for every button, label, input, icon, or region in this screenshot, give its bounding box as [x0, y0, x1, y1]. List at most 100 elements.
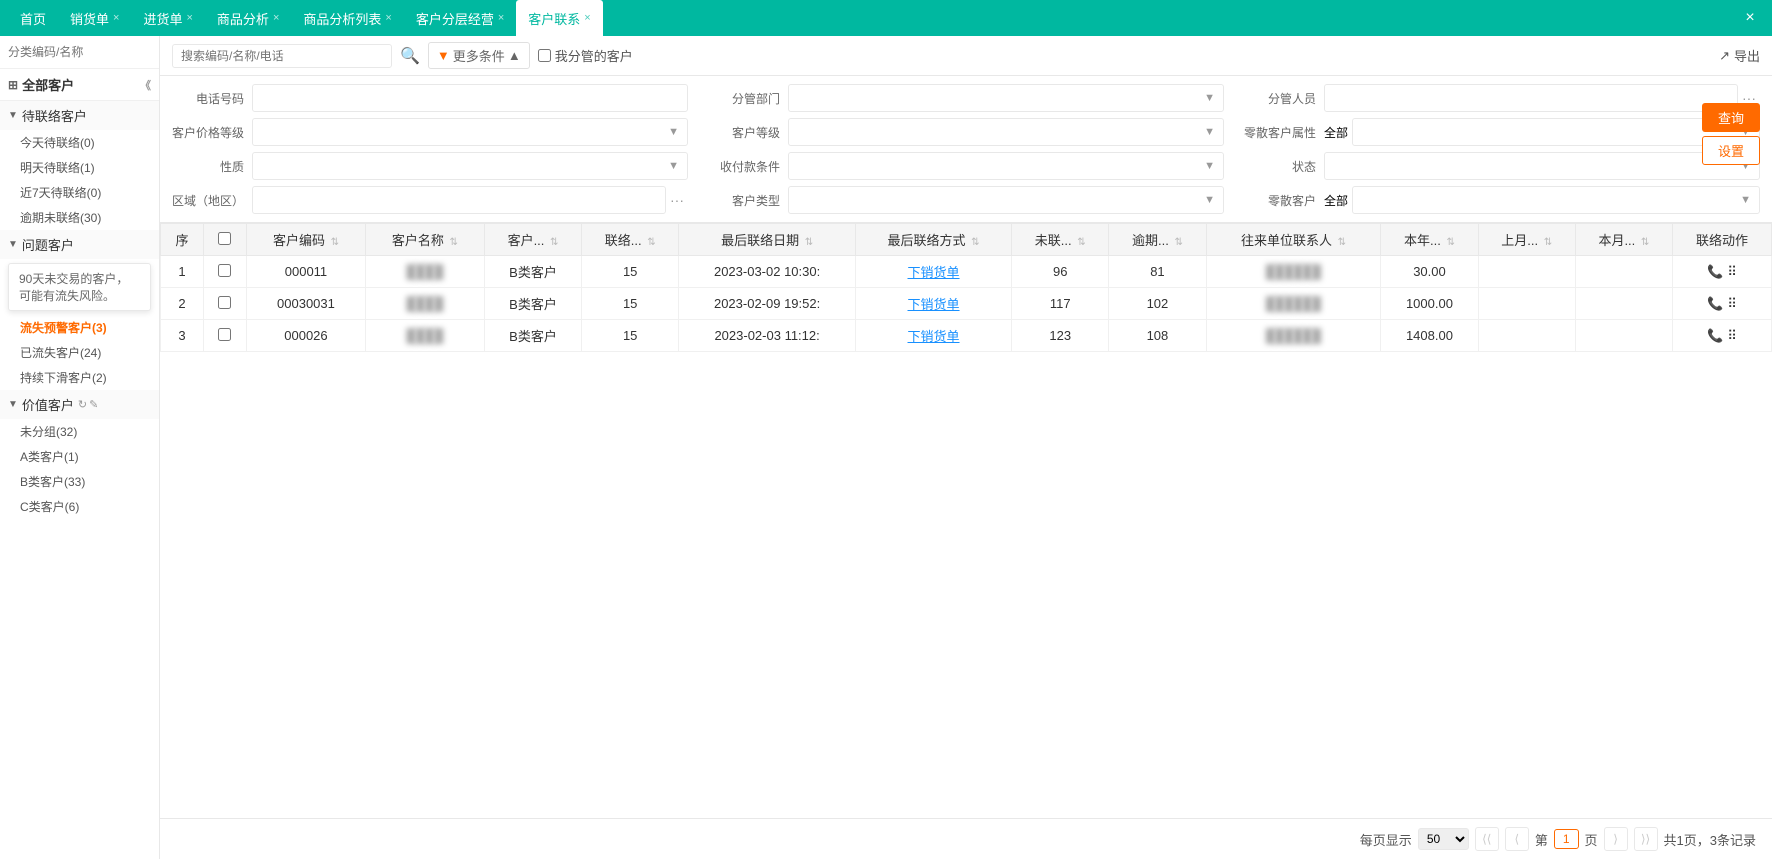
th-checkbox[interactable] [204, 224, 247, 256]
nav-home[interactable]: 首页 [8, 0, 58, 36]
sidebar-group-problem[interactable]: ▼ 问题客户 [0, 230, 159, 259]
cell-last-method[interactable]: 下销货单 [855, 288, 1011, 320]
filter-search-icon[interactable]: 🔍 [400, 46, 420, 66]
sidebar-item-ungroup[interactable]: 未分组(32) [0, 419, 159, 444]
th-contact-person[interactable]: 往来单位联系人 ⇅ [1206, 224, 1381, 256]
sidebar-item-declining[interactable]: 持续下滑客户(2) [0, 365, 159, 390]
nav-close-2[interactable]: × [273, 12, 279, 24]
th-this-year[interactable]: 本年... ⇅ [1381, 224, 1478, 256]
last-page-btn[interactable]: ⟩⟩ [1634, 827, 1658, 851]
filter-cell-custtype: 客户类型 ▼ [708, 186, 1224, 214]
nav-tab-3[interactable]: 商品分析列表 × [291, 0, 403, 36]
page-size-select[interactable]: 50 100 200 [1418, 828, 1469, 850]
export-btn[interactable]: ↗ 导出 [1719, 46, 1760, 65]
th-name[interactable]: 客户名称 ⇅ [365, 224, 484, 256]
filter-phone-input[interactable] [252, 84, 688, 112]
th-contact[interactable]: 联络... ⇅ [582, 224, 679, 256]
refresh-icon[interactable]: ↻ [78, 398, 87, 411]
filter-area-dots[interactable]: ··· [666, 192, 688, 208]
filter-level-select[interactable]: ▼ [788, 118, 1224, 146]
sidebar-item-today[interactable]: 今天待联络(0) [0, 130, 159, 155]
all-customers-header[interactable]: ⊞ 全部客户 《 [0, 69, 159, 101]
filter-nature-select[interactable]: ▼ [252, 152, 688, 180]
cell-last-method[interactable]: 下销货单 [855, 256, 1011, 288]
my-customers-checkbox[interactable]: 我分管的客户 [538, 46, 633, 65]
th-no-contact[interactable]: 未联... ⇅ [1012, 224, 1109, 256]
th-type[interactable]: 客户... ⇅ [484, 224, 581, 256]
sidebar-item-churned[interactable]: 已流失客户(24) [0, 340, 159, 365]
sidebar-item-churn-warning[interactable]: 流失预警客户(3) [0, 315, 159, 340]
nav-tab-1[interactable]: 进货单 × [131, 0, 204, 36]
select-all-checkbox[interactable] [218, 232, 231, 245]
sidebar-item-class-c[interactable]: C类客户(6) [0, 494, 159, 519]
filter-payment-select[interactable]: ▼ [788, 152, 1224, 180]
sort-person-icon: ⇅ [1338, 237, 1346, 248]
filter-custtype-select[interactable]: ▼ [788, 186, 1224, 214]
last-method-link[interactable]: 下销货单 [908, 297, 960, 312]
sidebar-item-class-a[interactable]: A类客户(1) [0, 444, 159, 469]
sidebar-item-class-b[interactable]: B类客户(33) [0, 469, 159, 494]
nav-close-0[interactable]: × [113, 12, 119, 24]
query-button[interactable]: 查询 [1702, 103, 1760, 132]
action-more-icon[interactable]: ⠿ [1727, 328, 1737, 343]
filter-search-input[interactable] [172, 44, 392, 68]
action-more-icon[interactable]: ⠿ [1727, 296, 1737, 311]
nav-close-5[interactable]: × [584, 12, 590, 24]
first-page-btn[interactable]: ⟨⟨ [1475, 827, 1499, 851]
cell-checkbox[interactable] [204, 288, 247, 320]
filter-person-select[interactable] [1324, 84, 1738, 112]
cell-action[interactable]: 📞⠿ [1672, 256, 1771, 288]
next-page-btn[interactable]: ⟩ [1604, 827, 1628, 851]
filter-phone-label: 电话号码 [172, 90, 252, 107]
sidebar-search-input[interactable] [8, 45, 160, 59]
filter-pricelevel-select[interactable]: ▼ [252, 118, 688, 146]
filter-dept-select[interactable]: ▼ [788, 84, 1224, 112]
my-customers-check[interactable] [538, 49, 551, 62]
th-code[interactable]: 客户编码 ⇅ [246, 224, 365, 256]
filter-status-select[interactable]: ▼ [1324, 152, 1760, 180]
sidebar-item-tomorrow[interactable]: 明天待联络(1) [0, 155, 159, 180]
nav-tab-0[interactable]: 销货单 × [58, 0, 131, 36]
sidebar-group-pending[interactable]: ▼ 待联络客户 [0, 101, 159, 130]
th-this-month[interactable]: 本月... ⇅ [1575, 224, 1672, 256]
prev-page-btn[interactable]: ⟨ [1505, 827, 1529, 851]
th-last-date[interactable]: 最后联络日期 ⇅ [679, 224, 856, 256]
sidebar-group-value[interactable]: ▼ 价值客户 ↻ ✎ [0, 390, 159, 419]
sidebar-item-overdue[interactable]: 逾期未联络(30) [0, 205, 159, 230]
th-last-month[interactable]: 上月... ⇅ [1478, 224, 1575, 256]
cell-action[interactable]: 📞⠿ [1672, 288, 1771, 320]
filter-zerocust-label: 零散客户 [1244, 192, 1324, 209]
row-checkbox[interactable] [218, 264, 231, 277]
filter-more-btn[interactable]: ▼ 更多条件 ▲ [428, 42, 530, 69]
row-checkbox[interactable] [218, 328, 231, 341]
last-method-link[interactable]: 下销货单 [908, 329, 960, 344]
action-more-icon[interactable]: ⠿ [1727, 264, 1737, 279]
th-last-method[interactable]: 最后联络方式 ⇅ [855, 224, 1011, 256]
cell-last-method[interactable]: 下销货单 [855, 320, 1011, 352]
last-method-link[interactable]: 下销货单 [908, 265, 960, 280]
cell-checkbox[interactable] [204, 256, 247, 288]
nav-tab-4[interactable]: 客户分层经营 × [404, 0, 516, 36]
nav-close-all[interactable]: × [1736, 4, 1764, 32]
nav-close-1[interactable]: × [186, 12, 192, 24]
filter-zerocust-select[interactable]: ▼ [1352, 186, 1760, 214]
filter-zeroattr-select[interactable]: ▼ [1352, 118, 1760, 146]
content-area: 🔍 ▼ 更多条件 ▲ 我分管的客户 ↗ 导出 电话号码 [160, 36, 1772, 859]
action-phone-icon[interactable]: 📞 [1707, 328, 1723, 343]
row-checkbox[interactable] [218, 296, 231, 309]
cell-checkbox[interactable] [204, 320, 247, 352]
cell-action[interactable]: 📞⠿ [1672, 320, 1771, 352]
th-overdue[interactable]: 逾期... ⇅ [1109, 224, 1206, 256]
action-phone-icon[interactable]: 📞 [1707, 264, 1723, 279]
nav-tab-5[interactable]: 客户联系 × [516, 0, 602, 36]
nav-tab-2[interactable]: 商品分析 × [205, 0, 291, 36]
nav-close-3[interactable]: × [385, 12, 391, 24]
problem-customer-tooltip: 90天未交易的客户，可能有流失风险。 [8, 263, 151, 311]
edit-icon[interactable]: ✎ [89, 398, 98, 411]
settings-button[interactable]: 设置 [1702, 136, 1760, 165]
current-page[interactable]: 1 [1554, 829, 1579, 849]
filter-area-select[interactable] [252, 186, 666, 214]
nav-close-4[interactable]: × [498, 12, 504, 24]
action-phone-icon[interactable]: 📞 [1707, 296, 1723, 311]
sidebar-item-7days[interactable]: 近7天待联络(0) [0, 180, 159, 205]
